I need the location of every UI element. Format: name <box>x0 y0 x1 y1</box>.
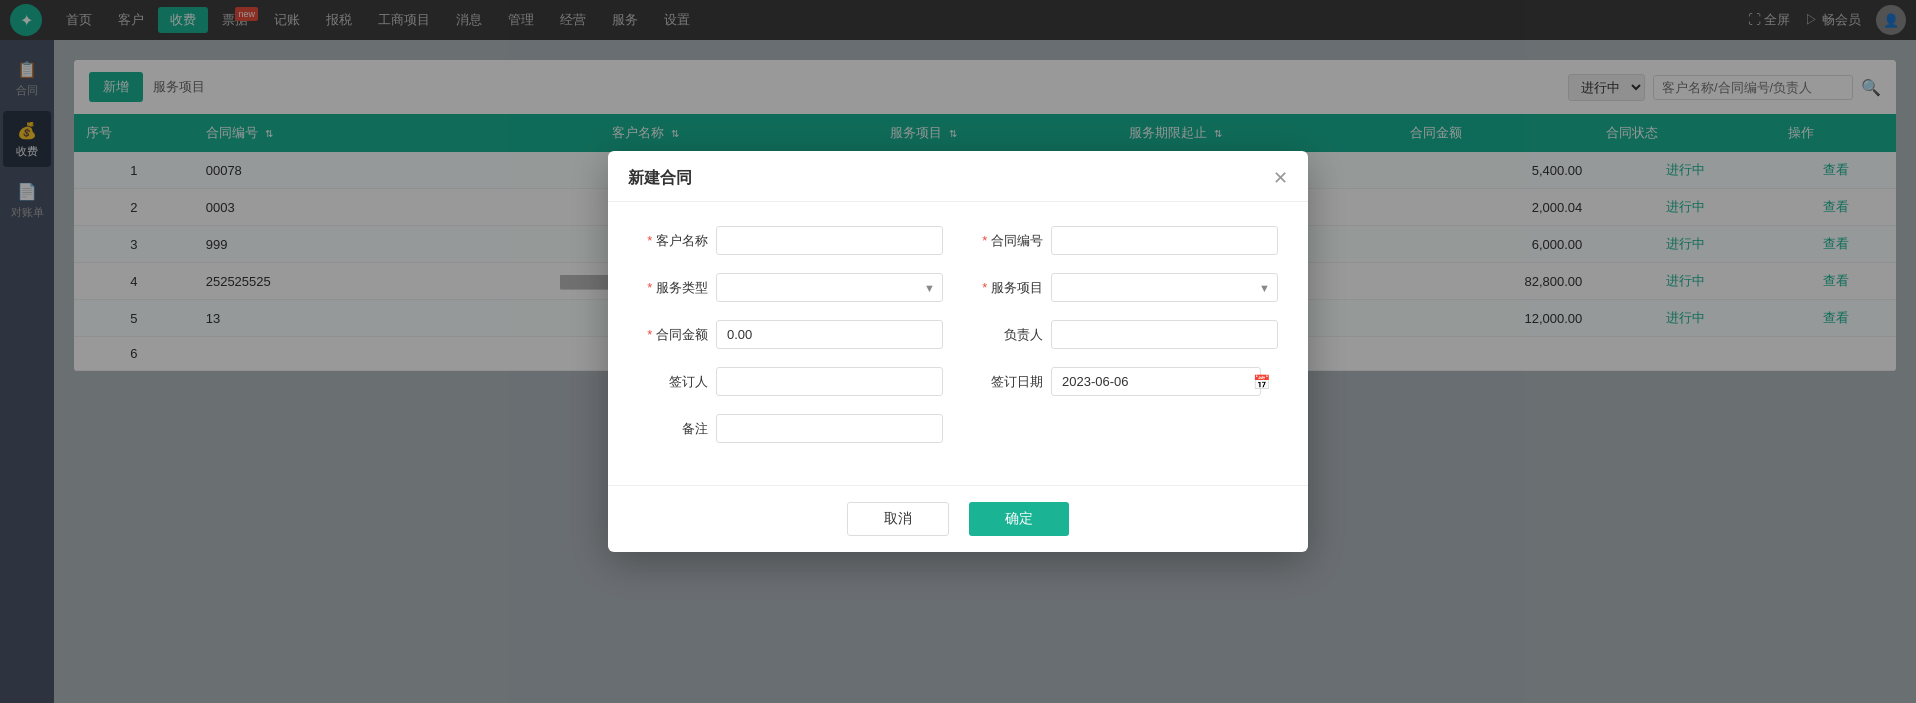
modal-footer: 取消 确定 <box>608 485 1308 552</box>
modal-overlay: 新建合同 ✕ 客户名称 合同编号 服务类型 <box>0 0 1916 703</box>
cancel-button[interactable]: 取消 <box>847 502 949 536</box>
label-service-item: 服务项目 <box>973 279 1043 297</box>
label-note: 备注 <box>638 420 708 438</box>
select-wrapper-service-item: ▼ <box>1051 273 1278 302</box>
label-amount: 合同金额 <box>638 326 708 344</box>
label-signer: 签订人 <box>638 373 708 391</box>
date-wrapper: 📅 <box>1051 367 1278 396</box>
label-customer: 客户名称 <box>638 232 708 250</box>
select-wrapper-service-type: ▼ <box>716 273 943 302</box>
form-row-3: 合同金额 负责人 <box>638 320 1278 349</box>
modal-title: 新建合同 <box>628 168 692 189</box>
select-service-type[interactable] <box>716 273 943 302</box>
label-service-type: 服务类型 <box>638 279 708 297</box>
input-customer[interactable] <box>716 226 943 255</box>
input-owner[interactable] <box>1051 320 1278 349</box>
field-service-type: 服务类型 ▼ <box>638 273 943 302</box>
form-row-1: 客户名称 合同编号 <box>638 226 1278 255</box>
field-owner: 负责人 <box>973 320 1278 349</box>
label-sign-date: 签订日期 <box>973 373 1043 391</box>
confirm-button[interactable]: 确定 <box>969 502 1069 536</box>
field-service-item: 服务项目 ▼ <box>973 273 1278 302</box>
field-amount: 合同金额 <box>638 320 943 349</box>
field-note: 备注 <box>638 414 943 443</box>
field-customer: 客户名称 <box>638 226 943 255</box>
form-row-4: 签订人 签订日期 📅 <box>638 367 1278 396</box>
input-signer[interactable] <box>716 367 943 396</box>
modal-close-button[interactable]: ✕ <box>1273 167 1288 189</box>
modal-header: 新建合同 ✕ <box>608 151 1308 202</box>
form-row-5: 备注 <box>638 414 1278 443</box>
input-contract-no[interactable] <box>1051 226 1278 255</box>
input-amount[interactable] <box>716 320 943 349</box>
form-row-2: 服务类型 ▼ 服务项目 ▼ <box>638 273 1278 302</box>
field-signer: 签订人 <box>638 367 943 396</box>
new-contract-modal: 新建合同 ✕ 客户名称 合同编号 服务类型 <box>608 151 1308 552</box>
field-sign-date: 签订日期 📅 <box>973 367 1278 396</box>
field-contract-no: 合同编号 <box>973 226 1278 255</box>
modal-body: 客户名称 合同编号 服务类型 ▼ <box>608 202 1308 485</box>
input-sign-date[interactable] <box>1051 367 1261 396</box>
label-contract-no: 合同编号 <box>973 232 1043 250</box>
label-owner: 负责人 <box>973 326 1043 344</box>
input-note[interactable] <box>716 414 943 443</box>
select-service-item[interactable] <box>1051 273 1278 302</box>
